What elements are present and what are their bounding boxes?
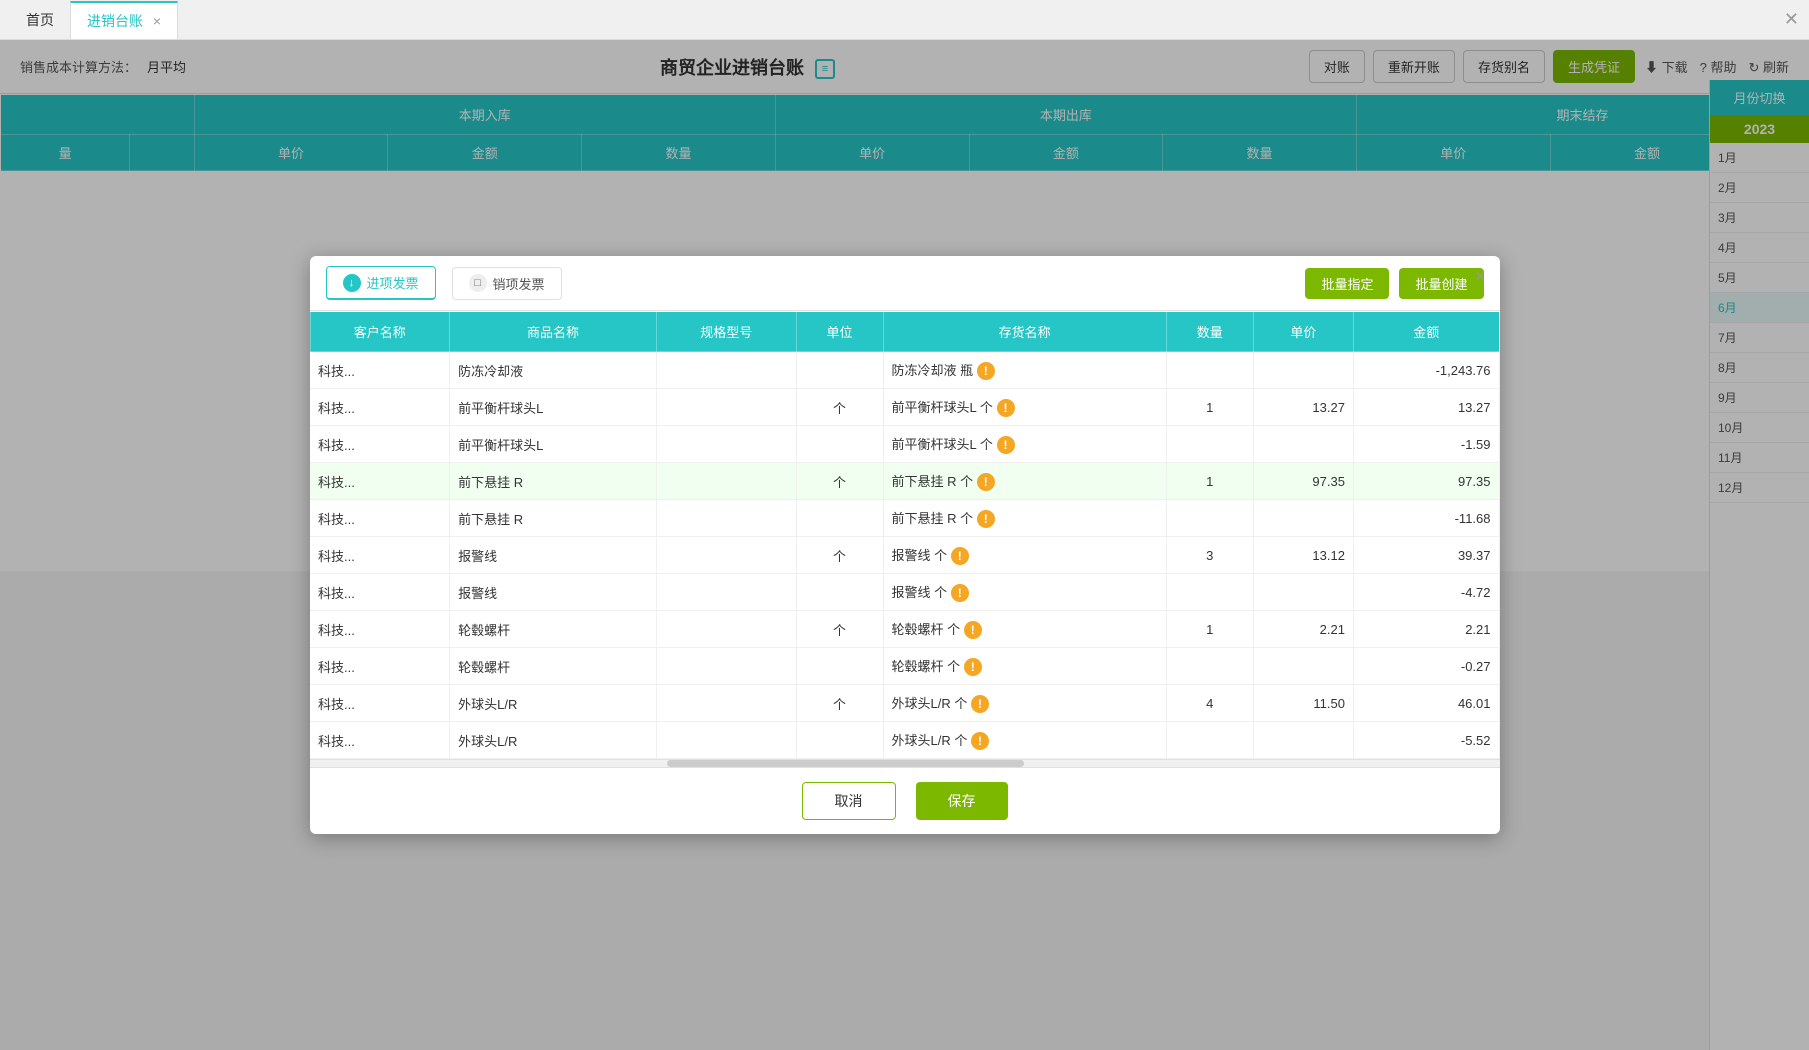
table-row: 科技...外球头L/R个外球头L/R 个 !411.5046.01 — [310, 685, 1499, 722]
save-button[interactable]: 保存 — [916, 782, 1008, 820]
batch-create-button[interactable]: 批量创建 — [1399, 268, 1483, 299]
warning-icon: ! — [977, 473, 995, 491]
table-row: 科技...防冻冷却液防冻冷却液 瓶 !-1,243.76 — [310, 352, 1499, 389]
tab-bar: 首页 进销台账 × ✕ — [0, 0, 1809, 40]
warning-icon: ! — [971, 695, 989, 713]
table-row: 科技...前下悬挂 R个前下悬挂 R 个 !197.3597.35 — [310, 463, 1499, 500]
table-row: 科技...前下悬挂 R前下悬挂 R 个 !-11.68 — [310, 500, 1499, 537]
horizontal-scrollbar[interactable] — [310, 759, 1500, 767]
warning-icon: ! — [977, 510, 995, 528]
table-row: 科技...前平衡杆球头L前平衡杆球头L 个 !-1.59 — [310, 426, 1499, 463]
th-product: 商品名称 — [450, 312, 657, 352]
dialog-footer: 取消 保存 — [310, 767, 1500, 834]
window-close-icon[interactable]: ✕ — [1784, 9, 1799, 30]
th-unit: 单位 — [796, 312, 883, 352]
table-row: 科技...轮毂螺杆个轮毂螺杆 个 !12.212.21 — [310, 611, 1499, 648]
table-row: 科技...轮毂螺杆轮毂螺杆 个 !-0.27 — [310, 648, 1499, 685]
table-header-row: 客户名称 商品名称 规格型号 单位 存货名称 数量 单价 金额 — [310, 312, 1499, 352]
modal-overlay: ↓ 进项发票 □ 销项发票 批量指定 批量创建 × 客户 — [0, 40, 1809, 1050]
data-table: 客户名称 商品名称 规格型号 单位 存货名称 数量 单价 金额 科技...防冻冷… — [310, 311, 1500, 759]
warning-icon: ! — [951, 547, 969, 565]
th-price: 单价 — [1253, 312, 1353, 352]
warning-icon: ! — [964, 621, 982, 639]
scrollbar-thumb — [667, 760, 1024, 767]
table-row: 科技...报警线报警线 个 !-4.72 — [310, 574, 1499, 611]
warning-icon: ! — [951, 584, 969, 602]
outgoing-icon: □ — [469, 274, 487, 292]
tab-active[interactable]: 进销台账 × — [70, 1, 178, 39]
table-row: 科技...外球头L/R外球头L/R 个 !-5.52 — [310, 722, 1499, 759]
warning-icon: ! — [964, 658, 982, 676]
incoming-icon: ↓ — [343, 274, 361, 292]
warning-icon: ! — [997, 436, 1015, 454]
dialog-header: ↓ 进项发票 □ 销项发票 批量指定 批量创建 × — [310, 256, 1500, 311]
warning-icon: ! — [977, 362, 995, 380]
table-row: 科技...前平衡杆球头L个前平衡杆球头L 个 !113.2713.27 — [310, 389, 1499, 426]
tab-incoming-btn[interactable]: ↓ 进项发票 — [326, 266, 436, 300]
batch-assign-button[interactable]: 批量指定 — [1305, 268, 1389, 299]
dialog-body: 客户名称 商品名称 规格型号 单位 存货名称 数量 单价 金额 科技...防冻冷… — [310, 311, 1500, 767]
dialog: ↓ 进项发票 □ 销项发票 批量指定 批量创建 × 客户 — [310, 256, 1500, 834]
warning-icon: ! — [997, 399, 1015, 417]
th-customer: 客户名称 — [310, 312, 450, 352]
warning-icon: ! — [971, 732, 989, 750]
th-amount: 金额 — [1353, 312, 1499, 352]
tab-close-icon[interactable]: × — [153, 13, 161, 29]
th-spec: 规格型号 — [656, 312, 796, 352]
cancel-button[interactable]: 取消 — [802, 782, 896, 820]
tab-home[interactable]: 首页 — [10, 2, 70, 38]
th-quantity: 数量 — [1166, 312, 1253, 352]
dialog-header-right: 批量指定 批量创建 — [1305, 268, 1483, 299]
th-inventory: 存货名称 — [883, 312, 1166, 352]
table-row: 科技...报警线个报警线 个 !313.1239.37 — [310, 537, 1499, 574]
dialog-table-body: 科技...防冻冷却液防冻冷却液 瓶 !-1,243.76科技...前平衡杆球头L… — [310, 352, 1499, 759]
main-content: 销售成本计算方法： 月平均 商贸企业进销台账 ≡ 对账 重新开账 存货别名 生成… — [0, 40, 1809, 1050]
dialog-close-icon[interactable]: × — [1475, 266, 1486, 287]
tab-outgoing-btn[interactable]: □ 销项发票 — [452, 267, 562, 300]
